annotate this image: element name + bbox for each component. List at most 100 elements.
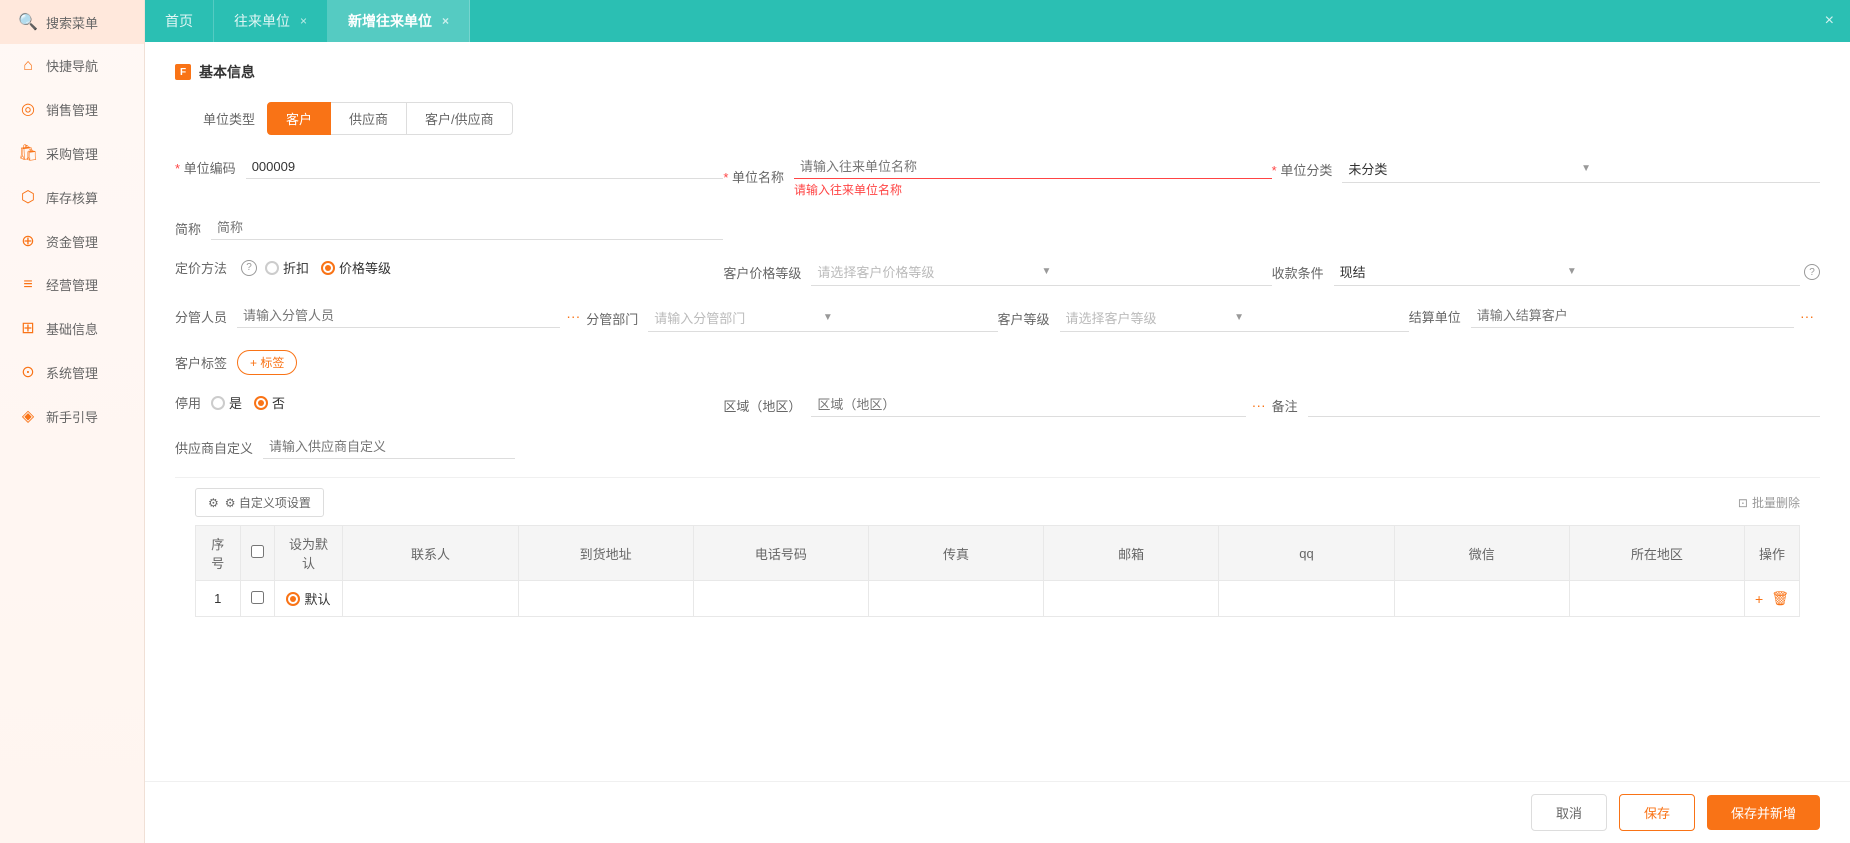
payment-help-icon[interactable]: ? (1804, 264, 1820, 280)
unit-type-customer[interactable]: 客户 (267, 102, 331, 135)
name-label: 单位名称 (723, 167, 784, 186)
tab-new-partner-close[interactable]: × (442, 14, 449, 28)
sidebar-item-operations[interactable]: ≡ 经营管理 (0, 263, 144, 306)
settlement-input[interactable] (1471, 304, 1794, 328)
row-default-radio[interactable]: 默认 (285, 589, 333, 608)
batch-delete-button[interactable]: ⊡ 批量删除 (1738, 494, 1800, 511)
address-input[interactable] (529, 587, 683, 610)
cell-action: + 🗑 (1744, 581, 1799, 617)
save-button[interactable]: 保存 (1619, 794, 1695, 831)
payment-value: 现结 (1340, 262, 1567, 281)
cust-level-select[interactable]: 请选择客户等级 ▼ (1060, 304, 1409, 332)
field-remark: 备注 (1272, 393, 1820, 417)
pricing-radio-group: 折扣 价格等级 (265, 258, 391, 277)
qq-input[interactable] (1229, 587, 1383, 610)
dept-select[interactable]: 请输入分管部门 ▼ (648, 304, 997, 332)
cancel-button[interactable]: 取消 (1531, 794, 1607, 831)
field-abbr: 简称 (175, 216, 723, 240)
cell-region[interactable] (1569, 581, 1744, 617)
system-icon: ⊙ (18, 362, 38, 382)
disabled-yes-circle (211, 396, 225, 410)
customize-button[interactable]: ⚙ ⚙ 自定义项设置 (195, 488, 324, 517)
row-delete-button[interactable]: 🗑 (1771, 590, 1789, 607)
sidebar-item-purchase[interactable]: 🛍 采购管理 (0, 131, 144, 175)
col-email: 邮箱 (1044, 526, 1219, 581)
cell-qq[interactable] (1219, 581, 1394, 617)
basicinfo-icon: ⊞ (18, 318, 38, 338)
col-contact: 联系人 (343, 526, 518, 581)
sidebar-item-basicinfo[interactable]: ⊞ 基础信息 (0, 306, 144, 350)
price-level-select[interactable]: 请选择客户价格等级 ▼ (811, 258, 1271, 286)
main-area: 首页 往来单位 × 新增往来单位 × × F 基本信息 单位类型 客户 供应商 … (145, 0, 1850, 843)
category-select[interactable]: 未分类 ▼ (1342, 155, 1820, 183)
row-abbr: 简称 (175, 216, 1820, 240)
fax-input[interactable] (879, 587, 1033, 610)
row-region-input[interactable] (1580, 587, 1734, 610)
disabled-yes[interactable]: 是 (211, 393, 242, 412)
remark-input[interactable] (1308, 393, 1820, 417)
code-input[interactable] (246, 155, 724, 179)
flag-icon: F (175, 64, 191, 80)
col-default: 设为默认 (274, 526, 343, 581)
sidebar-item-inventory[interactable]: ⬡ 库存核算 (0, 175, 144, 219)
cell-phone[interactable] (693, 581, 868, 617)
field-disabled: 停用 是 否 (175, 393, 723, 412)
pricing-radio-level[interactable]: 价格等级 (321, 258, 391, 277)
pricing-radio-discount[interactable]: 折扣 (265, 258, 309, 277)
tag-label: 客户标签 (175, 353, 227, 372)
unit-type-supplier[interactable]: 供应商 (331, 102, 407, 135)
sidebar-item-sales[interactable]: ◎ 销售管理 (0, 87, 144, 131)
col-phone: 电话号码 (693, 526, 868, 581)
sidebar-item-quicknav[interactable]: ⌂ 快捷导航 (0, 44, 144, 87)
tab-new-partner[interactable]: 新增往来单位 × (328, 0, 470, 42)
disabled-no[interactable]: 否 (254, 393, 285, 412)
dept-arrow: ▼ (823, 312, 992, 323)
name-error: 请输入往来单位名称 (794, 181, 1272, 198)
cust-level-arrow: ▼ (1234, 312, 1403, 323)
cell-weixin[interactable] (1394, 581, 1569, 617)
row-add-button[interactable]: + (1755, 591, 1763, 607)
tag-add-button[interactable]: + 标签 (237, 350, 297, 375)
payment-select[interactable]: 现结 ▼ (1334, 258, 1800, 286)
cell-fax[interactable] (868, 581, 1043, 617)
name-input[interactable] (794, 155, 1272, 179)
save-new-button[interactable]: 保存并新增 (1707, 795, 1820, 830)
cell-email[interactable] (1044, 581, 1219, 617)
supplier-custom-input[interactable] (263, 435, 515, 459)
cell-contact[interactable] (343, 581, 518, 617)
pricing-help-icon[interactable]: ? (241, 260, 257, 276)
email-input[interactable] (1054, 587, 1208, 610)
window-close-button[interactable]: × (1809, 0, 1850, 42)
select-all-checkbox[interactable] (251, 545, 264, 558)
region-input[interactable] (811, 393, 1245, 417)
sidebar-item-system[interactable]: ⊙ 系统管理 (0, 350, 144, 394)
home-icon: ⌂ (18, 57, 38, 75)
sales-icon: ◎ (18, 99, 38, 119)
field-manager: 分管人员 ··· (175, 304, 586, 328)
manager-input[interactable] (237, 304, 560, 328)
inventory-icon: ⬡ (18, 187, 38, 207)
sidebar-item-search[interactable]: 🔍 搜索菜单 (0, 0, 144, 44)
abbr-input[interactable] (211, 216, 723, 240)
col-qq: qq (1219, 526, 1394, 581)
cell-seq: 1 (196, 581, 241, 617)
row-disabled: 停用 是 否 区域（地区） ··· 备注 (175, 393, 1820, 417)
unit-type-both[interactable]: 客户/供应商 (407, 102, 513, 135)
contact-input[interactable] (353, 587, 507, 610)
disabled-radio-group: 是 否 (211, 393, 285, 412)
settlement-ellipsis[interactable]: ··· (1794, 308, 1820, 324)
cell-address[interactable] (518, 581, 693, 617)
manager-ellipsis[interactable]: ··· (560, 308, 586, 324)
field-code: 单位编码 (175, 155, 723, 179)
tab-home[interactable]: 首页 (145, 0, 214, 42)
phone-input[interactable] (704, 587, 858, 610)
payment-label: 收款条件 (1272, 263, 1324, 282)
region-ellipsis[interactable]: ··· (1246, 397, 1272, 413)
weixin-input[interactable] (1405, 587, 1559, 610)
tab-partners[interactable]: 往来单位 × (214, 0, 328, 42)
row-checkbox[interactable] (251, 591, 264, 604)
table-section: ⚙ ⚙ 自定义项设置 ⊡ 批量删除 序号 设为默认 联系人 到货地址 (175, 477, 1820, 627)
tab-partners-close[interactable]: × (300, 14, 307, 28)
sidebar-item-guide[interactable]: ◈ 新手引导 (0, 394, 144, 438)
sidebar-item-finance[interactable]: ⊕ 资金管理 (0, 219, 144, 263)
